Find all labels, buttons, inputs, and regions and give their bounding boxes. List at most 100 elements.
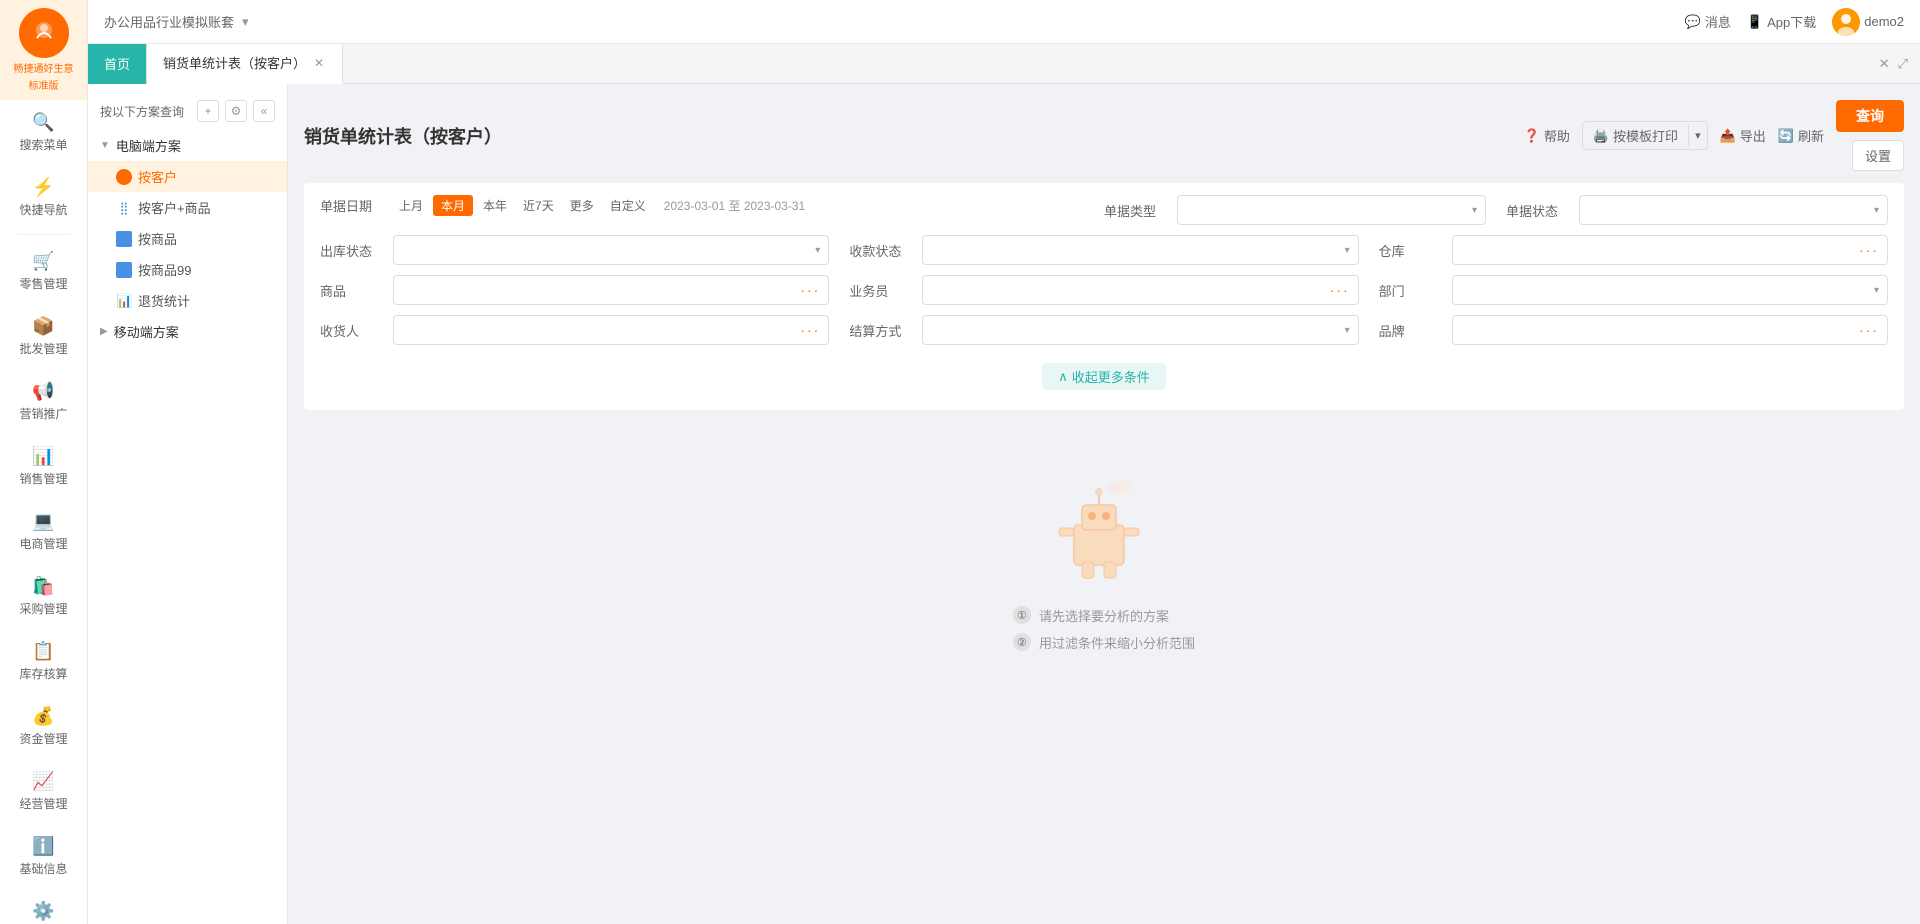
plan-group-mobile-label: 移动端方案 bbox=[114, 322, 179, 341]
sidebar-item-quick-nav[interactable]: ⚡ 快捷导航 bbox=[0, 165, 87, 230]
settlement-label: 结算方式 bbox=[849, 321, 914, 340]
salesman-input[interactable]: ··· bbox=[922, 275, 1358, 305]
collapse-btn-label: 收起更多条件 bbox=[1072, 367, 1150, 386]
wholesale-icon: 📦 bbox=[32, 316, 54, 337]
sales-stat-tab-label: 销货单统计表（按客户） bbox=[163, 53, 306, 72]
consignee-dots-icon: ··· bbox=[800, 322, 820, 338]
home-tab-label: 首页 bbox=[104, 54, 130, 73]
plan-group-mobile-header[interactable]: ▶ 移动端方案 bbox=[88, 316, 287, 347]
collapse-panel-btn[interactable]: « bbox=[253, 100, 275, 122]
app-download-label: App下载 bbox=[1767, 12, 1816, 31]
plan-item-by-product99[interactable]: 按商品99 bbox=[88, 254, 287, 285]
dept-select[interactable]: ▾ bbox=[1452, 275, 1888, 305]
salesman-dots-icon: ··· bbox=[1330, 282, 1350, 298]
add-plan-btn[interactable]: + bbox=[197, 100, 219, 122]
sidebar-item-retail[interactable]: 🛒 零售管理 bbox=[0, 239, 87, 304]
sidebar-item-basic[interactable]: ℹ️ 基础信息 bbox=[0, 824, 87, 889]
sidebar-item-wholesale[interactable]: 📦 批发管理 bbox=[0, 304, 87, 369]
filter-consignee: 收货人 ··· bbox=[320, 315, 829, 345]
date-tab-this-year[interactable]: 本年 bbox=[477, 195, 513, 216]
sidebar-item-search[interactable]: 🔍 搜索菜单 bbox=[0, 100, 87, 165]
tab-sales-stat[interactable]: 销货单统计表（按客户） ✕ bbox=[147, 44, 343, 84]
product-input[interactable]: ··· bbox=[393, 275, 829, 305]
top-header: 办公用品行业模拟账套 ▾ 💬 消息 📱 App下载 de bbox=[88, 0, 1920, 44]
help-btn[interactable]: ❓ 帮助 bbox=[1524, 126, 1570, 145]
receipt-status-label: 收款状态 bbox=[849, 241, 914, 260]
date-tab-custom[interactable]: 自定义 bbox=[604, 195, 652, 216]
plan-group-label: 电脑端方案 bbox=[116, 136, 181, 155]
print-btn[interactable]: 🖨️ 按模板打印 ▾ bbox=[1582, 121, 1708, 150]
out-status-label: 出库状态 bbox=[320, 241, 385, 260]
warehouse-dots-icon: ··· bbox=[1859, 242, 1879, 258]
sidebar-item-label: 零售管理 bbox=[19, 275, 67, 292]
window-close-icon[interactable]: ✕ bbox=[1879, 56, 1890, 72]
sidebar-item-ecommerce[interactable]: 💻 电商管理 bbox=[0, 499, 87, 564]
window-maximize-icon[interactable]: ⤢ bbox=[1898, 56, 1908, 72]
message-btn[interactable]: 💬 消息 bbox=[1685, 12, 1731, 31]
plan-group-desktop-header[interactable]: ▼ 电脑端方案 bbox=[88, 130, 287, 161]
sidebar: 畅捷通好生意 标准版 🔍 搜索菜单 ⚡ 快捷导航 🛒 零售管理 📦 批发管理 📢… bbox=[0, 0, 88, 924]
plan-item-by-product[interactable]: 按商品 bbox=[88, 223, 287, 254]
filter-section: 单据日期 上月 本月 本年 近7天 更多 自定义 2023-03-01 至 20… bbox=[304, 183, 1904, 410]
export-label: 导出 bbox=[1740, 126, 1766, 145]
print-btn-main[interactable]: 🖨️ 按模板打印 bbox=[1583, 122, 1688, 149]
plan-item-icon-cp: ⣿ bbox=[116, 200, 132, 216]
tab-home[interactable]: 首页 bbox=[88, 44, 147, 84]
sidebar-item-operation[interactable]: 📈 经营管理 bbox=[0, 759, 87, 824]
tab-window-controls: ✕ ⤢ bbox=[1867, 56, 1920, 72]
query-button[interactable]: 查询 bbox=[1836, 100, 1904, 132]
app-download-btn[interactable]: 📱 App下载 bbox=[1747, 12, 1816, 31]
header-breadcrumb: 办公用品行业模拟账套 bbox=[104, 12, 234, 31]
export-btn[interactable]: 📤 导出 bbox=[1720, 126, 1766, 145]
consignee-input[interactable]: ··· bbox=[393, 315, 829, 345]
tip-text-2: 用过滤条件来缩小分析范围 bbox=[1039, 633, 1195, 652]
dept-arrow-icon: ▾ bbox=[1874, 285, 1879, 296]
settings-plan-btn[interactable]: ⚙ bbox=[225, 100, 247, 122]
sidebar-logo: 畅捷通好生意 标准版 bbox=[0, 0, 87, 100]
inventory-icon: 📋 bbox=[32, 641, 54, 662]
date-tab-this-month[interactable]: 本月 bbox=[433, 195, 473, 216]
user-menu[interactable]: demo2 bbox=[1832, 8, 1904, 36]
plan-item-by-customer[interactable]: 按客户 bbox=[88, 161, 287, 192]
plan-item-return-stats[interactable]: 📊 退货统计 bbox=[88, 285, 287, 316]
receipt-status-select[interactable]: ▾ bbox=[922, 235, 1358, 265]
sidebar-item-inventory[interactable]: 📋 库存核算 bbox=[0, 629, 87, 694]
date-range-text: 2023-03-01 至 2023-03-31 bbox=[664, 197, 805, 214]
settlement-select[interactable]: ▾ bbox=[922, 315, 1358, 345]
date-tab-more[interactable]: 更多 bbox=[564, 195, 600, 216]
sidebar-item-finance[interactable]: 💰 资金管理 bbox=[0, 694, 87, 759]
collapse-btn[interactable]: ∧ 收起更多条件 bbox=[1042, 363, 1166, 390]
date-tab-last7[interactable]: 近7天 bbox=[517, 195, 560, 216]
warehouse-input[interactable]: ··· bbox=[1452, 235, 1888, 265]
sidebar-item-system[interactable]: ⚙️ 系统管理 bbox=[0, 889, 87, 924]
tab-bar: 首页 销货单统计表（按客户） ✕ ✕ ⤢ bbox=[88, 44, 1920, 84]
sidebar-item-marketing[interactable]: 📢 营销推广 bbox=[0, 369, 87, 434]
tip-num-2: ② bbox=[1013, 633, 1031, 651]
tip-text-1: 请先选择要分析的方案 bbox=[1039, 606, 1169, 625]
plan-item-by-customer-product[interactable]: ⣿ 按客户+商品 bbox=[88, 192, 287, 223]
filter-warehouse: 仓库 ··· bbox=[1379, 235, 1888, 265]
print-arrow[interactable]: ▾ bbox=[1688, 125, 1707, 146]
refresh-btn[interactable]: 🔄 刷新 bbox=[1778, 126, 1824, 145]
setting-button[interactable]: 设置 bbox=[1852, 140, 1904, 171]
sidebar-item-label: 搜索菜单 bbox=[19, 136, 67, 153]
sidebar-item-purchase[interactable]: 🛍️ 采购管理 bbox=[0, 564, 87, 629]
doc-type-select[interactable]: ▾ bbox=[1177, 195, 1486, 225]
breadcrumb-dropdown-icon[interactable]: ▾ bbox=[242, 14, 249, 30]
app-download-icon: 📱 bbox=[1747, 14, 1763, 30]
brand-input[interactable]: ··· bbox=[1452, 315, 1888, 345]
system-icon: ⚙️ bbox=[32, 901, 54, 922]
tab-close-icon[interactable]: ✕ bbox=[312, 54, 326, 72]
sidebar-item-sales[interactable]: 📊 销售管理 bbox=[0, 434, 87, 499]
out-status-select[interactable]: ▾ bbox=[393, 235, 829, 265]
plan-item-label: 按商品 bbox=[138, 229, 177, 248]
date-tab-last-month[interactable]: 上月 bbox=[393, 195, 429, 216]
plan-item-label: 按客户+商品 bbox=[138, 198, 211, 217]
warehouse-label: 仓库 bbox=[1379, 241, 1444, 260]
sidebar-item-label: 电商管理 bbox=[19, 535, 67, 552]
right-actions: 查询 设置 bbox=[1836, 100, 1904, 171]
plan-item-icon-rs: 📊 bbox=[116, 293, 132, 309]
doc-status-select[interactable]: ▾ bbox=[1579, 195, 1888, 225]
plan-item-label: 按客户 bbox=[138, 167, 177, 186]
product-dots-icon: ··· bbox=[800, 282, 820, 298]
